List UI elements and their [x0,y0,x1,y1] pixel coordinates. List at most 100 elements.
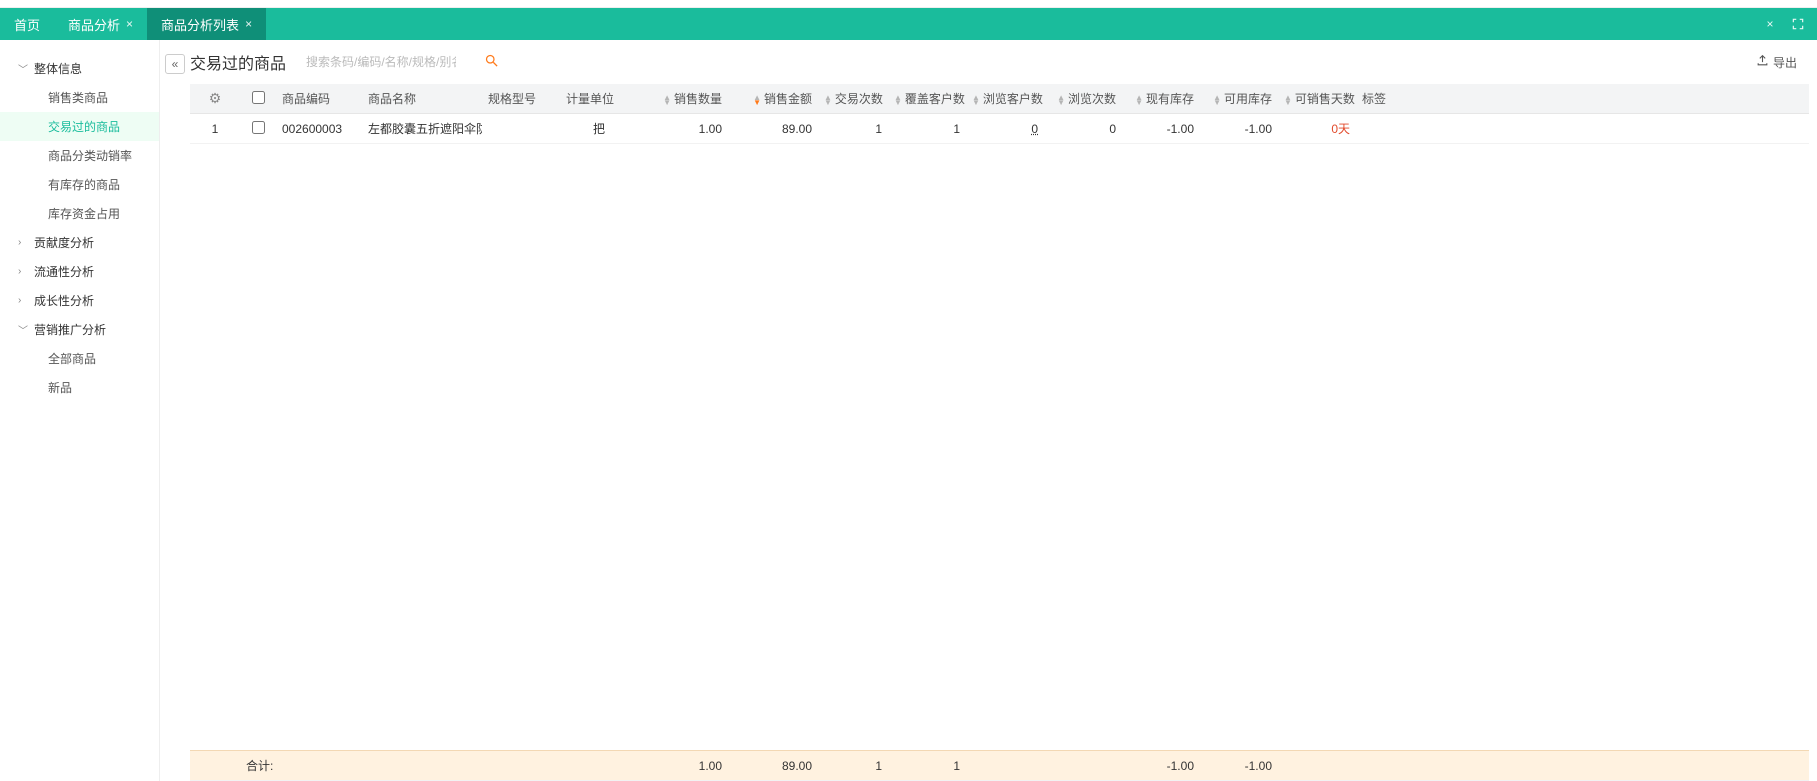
column-label: 可用库存 [1224,92,1272,106]
totals-brn [1044,751,1122,781]
select-all-checkbox[interactable] [252,91,265,104]
tab-label: 首页 [14,15,40,34]
row-checkbox[interactable] [252,121,265,134]
column-browse-customers[interactable]: ▲▼浏览客户数 [966,84,1044,114]
export-label: 导出 [1773,54,1797,71]
cell-tx: 1 [818,114,888,144]
sidebar-group-circulation[interactable]: › 流通性分析 [0,257,159,286]
cell-amt: 89.00 [728,114,818,144]
tab-product-analysis[interactable]: 商品分析 × [54,8,147,40]
search-wrap [304,51,499,74]
column-label: 浏览次数 [1068,92,1116,106]
column-label: 可销售天数 [1295,92,1355,106]
sidebar-group-label: 流通性分析 [34,263,94,280]
column-transactions[interactable]: ▲▼交易次数 [818,84,888,114]
data-table-wrap: ⚙ 商品编码 商品名称 规格型号 计量单位 ▲▼销售数量 ▲▼销售金额 ▲▼交易… [190,84,1809,750]
column-gear[interactable]: ⚙ [190,84,240,114]
sidebar-item-label: 新品 [48,381,72,395]
sidebar-group-label: 贡献度分析 [34,234,94,251]
column-label: 浏览客户数 [983,92,1043,106]
sort-icon: ▲▼ [824,95,832,105]
close-icon[interactable]: × [245,17,252,31]
sidebar-item-label: 全部商品 [48,352,96,366]
sidebar-group-label: 成长性分析 [34,292,94,309]
sidebar-collapse-button[interactable]: « [165,54,185,74]
column-checkbox[interactable] [240,84,276,114]
column-browse-count[interactable]: ▲▼浏览次数 [1044,84,1122,114]
sidebar-group-overall[interactable]: ﹀ 整体信息 [0,54,159,83]
top-blank-bar [0,0,1817,8]
column-name[interactable]: 商品名称 [362,84,482,114]
sidebar-item-label: 有库存的商品 [48,178,120,192]
cell-tag [1356,114,1809,144]
page-title: 交易过的商品 [190,50,286,74]
sidebar: ﹀ 整体信息 销售类商品 交易过的商品 商品分类动销率 有库存的商品 库存资金占… [0,40,160,781]
cell-ava: -1.00 [1200,114,1278,144]
cell-brc: 0 [966,114,1044,144]
cell-cov: 1 [888,114,966,144]
column-stock[interactable]: ▲▼现有库存 [1122,84,1200,114]
sidebar-item-label: 交易过的商品 [48,120,120,134]
totals-brc [966,751,1044,781]
sidebar-item-all-products[interactable]: 全部商品 [0,344,159,373]
totals-qty: 1.00 [638,751,728,781]
page-header: 交易过的商品 导出 [190,48,1817,84]
export-button[interactable]: 导出 [1756,54,1797,71]
sidebar-item-products-with-stock[interactable]: 有库存的商品 [0,170,159,199]
cell-checkbox [240,114,276,144]
cell-days: 0天 [1278,114,1356,144]
sidebar-group-growth[interactable]: › 成长性分析 [0,286,159,315]
sidebar-group-contribution[interactable]: › 贡献度分析 [0,228,159,257]
column-code[interactable]: 商品编码 [276,84,362,114]
column-label: 商品名称 [368,92,416,106]
column-label: 现有库存 [1146,92,1194,106]
totals-stk: -1.00 [1122,751,1200,781]
search-icon[interactable] [484,53,499,72]
tab-label: 商品分析 [68,15,120,34]
tab-home[interactable]: 首页 [0,8,54,40]
sort-icon: ▲▼ [1057,95,1065,105]
tabbar-right-icons: × [1761,8,1817,40]
sidebar-item-category-sellthrough[interactable]: 商品分类动销率 [0,141,159,170]
column-sale-days[interactable]: ▲▼可销售天数 [1278,84,1356,114]
cell-qty: 1.00 [638,114,728,144]
sidebar-item-traded-products[interactable]: 交易过的商品 [0,112,159,141]
chevron-right-icon: › [18,295,28,306]
column-label: 销售数量 [674,92,722,106]
table-footer-total: 合计: 1.00 89.00 1 1 -1.00 -1.00 [190,750,1809,781]
sidebar-item-sales-products[interactable]: 销售类商品 [0,83,159,112]
cell-name: 左都胶囊五折遮阳伞防晒伞; [362,114,482,144]
fullscreen-icon[interactable] [1789,15,1807,33]
sidebar-item-new-products[interactable]: 新品 [0,373,159,402]
sidebar-group-marketing[interactable]: ﹀ 营销推广分析 [0,315,159,344]
totals-amt: 89.00 [728,751,818,781]
data-table: ⚙ 商品编码 商品名称 规格型号 计量单位 ▲▼销售数量 ▲▼销售金额 ▲▼交易… [190,84,1809,144]
sort-icon: ▲▼ [894,95,902,105]
table-row[interactable]: 1 002600003 左都胶囊五折遮阳伞防晒伞; 把 1.00 89.00 1… [190,114,1809,144]
column-amount[interactable]: ▲▼销售金额 [728,84,818,114]
column-spec[interactable]: 规格型号 [482,84,560,114]
tab-product-analysis-list[interactable]: 商品分析列表 × [147,8,266,40]
sort-icon: ▲▼ [663,95,671,105]
chevron-down-icon: ﹀ [18,61,28,76]
cell-index: 1 [190,114,240,144]
cell-brc-value[interactable]: 0 [1031,122,1038,136]
column-qty[interactable]: ▲▼销售数量 [638,84,728,114]
sort-icon: ▲▼ [1135,95,1143,105]
chevron-right-icon: › [18,266,28,277]
search-input[interactable] [304,51,484,74]
column-tag[interactable]: 标签 [1356,84,1809,114]
table-header-row: ⚙ 商品编码 商品名称 规格型号 计量单位 ▲▼销售数量 ▲▼销售金额 ▲▼交易… [190,84,1809,114]
column-label: 交易次数 [835,92,883,106]
totals-label: 合计: [240,751,362,781]
sidebar-item-stock-capital[interactable]: 库存资金占用 [0,199,159,228]
close-icon[interactable]: × [126,17,133,31]
column-available[interactable]: ▲▼可用库存 [1200,84,1278,114]
close-all-icon[interactable]: × [1761,15,1779,33]
column-coverage[interactable]: ▲▼覆盖客户数 [888,84,966,114]
totals-ava: -1.00 [1200,751,1278,781]
cell-stk: -1.00 [1122,114,1200,144]
column-unit[interactable]: 计量单位 [560,84,638,114]
sort-icon: ▲▼ [753,95,761,105]
cell-unit: 把 [560,114,638,144]
